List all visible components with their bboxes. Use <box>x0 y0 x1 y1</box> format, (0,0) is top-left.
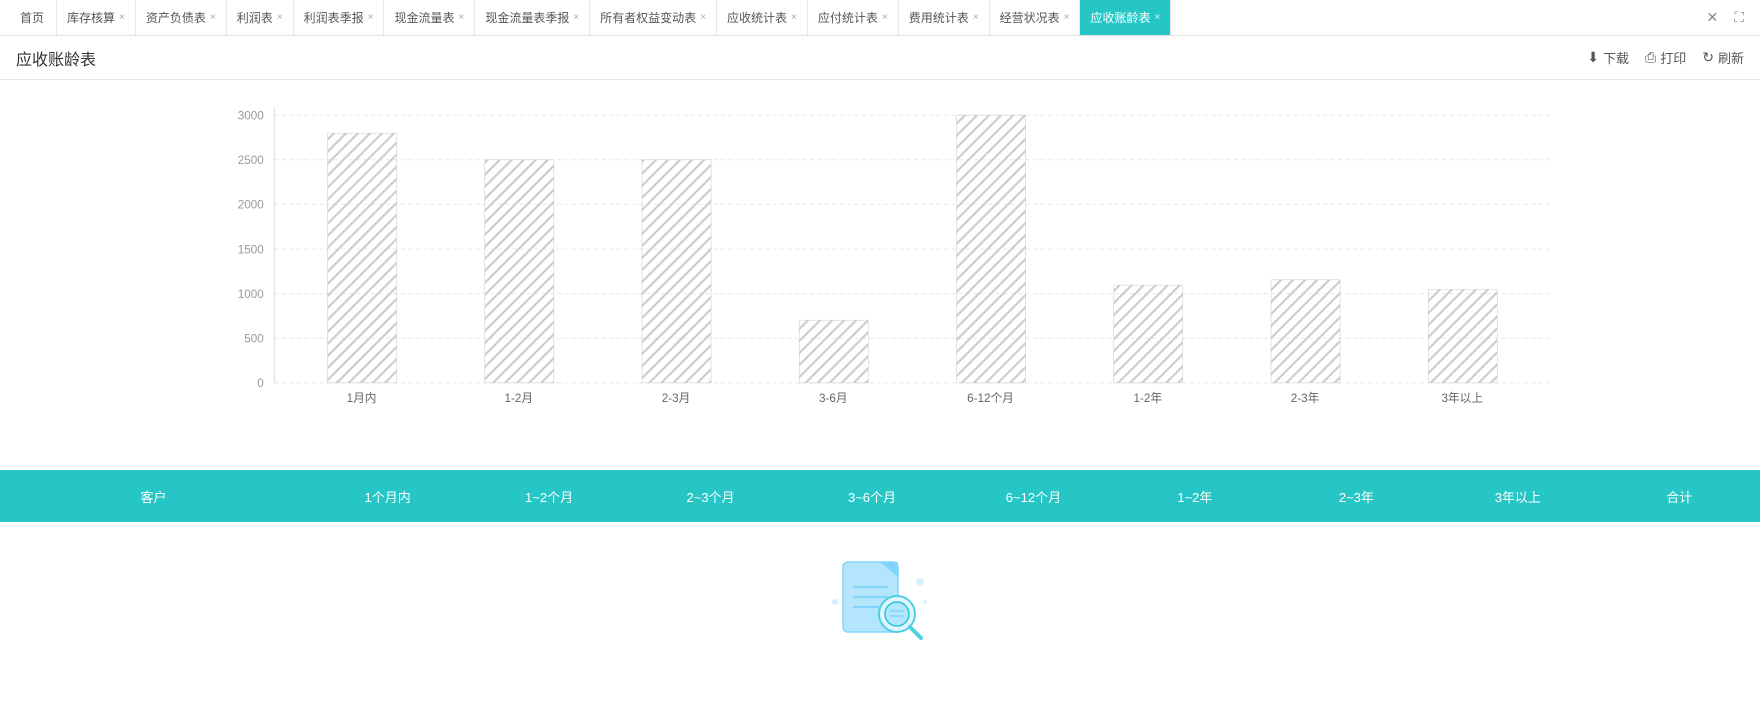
th-1-2year: 1~2年 <box>1114 487 1275 506</box>
svg-text:500: 500 <box>244 333 264 346</box>
bar-1-2month <box>485 160 554 383</box>
tab-operation-label: 经营状况表 <box>1000 9 1060 26</box>
svg-text:6-12个月: 6-12个月 <box>967 392 1014 405</box>
print-button[interactable]: ⎙ 打印 <box>1645 48 1686 67</box>
th-1month: 1个月内 <box>307 487 468 506</box>
table-body <box>0 522 1760 720</box>
svg-text:3-6月: 3-6月 <box>819 392 848 405</box>
print-icon: ⎙ <box>1645 49 1656 66</box>
bar-2-3year <box>1271 280 1340 383</box>
tab-profit[interactable]: 利润表 × <box>227 0 294 36</box>
svg-text:3000: 3000 <box>238 109 264 122</box>
th-3-6month: 3~6个月 <box>791 487 952 506</box>
bar-chart: 0 500 1000 1500 2000 2500 3000 1月内 <box>40 96 1720 436</box>
page-header: 应收账龄表 ⬇ 下载 ⎙ 打印 ↻ 刷新 <box>0 36 1760 80</box>
empty-icon <box>825 552 935 652</box>
tab-inventory[interactable]: 库存核算 × <box>57 0 136 36</box>
tab-aging-label: 应收账龄表 <box>1090 9 1150 26</box>
download-icon: ⬇ <box>1587 49 1599 66</box>
svg-text:2-3月: 2-3月 <box>662 392 691 405</box>
tab-bar: 首页 库存核算 × 资产负债表 × 利润表 × 利润表季报 × 现金流量表 × … <box>0 0 1760 36</box>
th-2-3year: 2~3年 <box>1276 487 1437 506</box>
tab-receivable-stats[interactable]: 应收统计表 × <box>717 0 808 36</box>
tab-payable-stats[interactable]: 应付统计表 × <box>808 0 899 36</box>
tab-payable-stats-label: 应付统计表 <box>818 9 878 26</box>
bar-3year-plus <box>1428 289 1497 383</box>
tab-profit-quarterly-close[interactable]: × <box>368 12 374 23</box>
tab-profit-quarterly[interactable]: 利润表季报 × <box>294 0 385 36</box>
svg-text:0: 0 <box>257 377 264 390</box>
download-label: 下载 <box>1603 48 1629 67</box>
tab-equity-close[interactable]: × <box>700 12 706 23</box>
svg-text:3年以上: 3年以上 <box>1441 391 1483 405</box>
tab-profit-quarterly-label: 利润表季报 <box>304 9 364 26</box>
svg-text:1-2年: 1-2年 <box>1133 391 1162 405</box>
svg-text:1000: 1000 <box>238 288 264 301</box>
svg-text:1500: 1500 <box>238 243 264 256</box>
empty-state <box>825 542 935 652</box>
tab-operation[interactable]: 经营状况表 × <box>990 0 1081 36</box>
tab-receivable-stats-close[interactable]: × <box>791 12 797 23</box>
refresh-button[interactable]: ↻ 刷新 <box>1702 48 1744 67</box>
tab-home[interactable]: 首页 <box>8 0 57 36</box>
main-content: 0 500 1000 1500 2000 2500 3000 1月内 <box>0 80 1760 720</box>
bar-1month <box>328 133 397 383</box>
page-title: 应收账龄表 <box>16 46 96 70</box>
svg-text:2-3年: 2-3年 <box>1291 391 1320 405</box>
tab-inventory-close[interactable]: × <box>119 12 125 23</box>
refresh-label: 刷新 <box>1718 48 1744 67</box>
tab-receivable-stats-label: 应收统计表 <box>727 9 787 26</box>
tab-payable-stats-close[interactable]: × <box>882 12 888 23</box>
th-2-3month: 2~3个月 <box>630 487 791 506</box>
bar-3-6month <box>799 320 868 383</box>
bar-6-12month <box>957 115 1026 383</box>
th-1-2month: 1~2个月 <box>468 487 629 506</box>
print-label: 打印 <box>1660 48 1686 67</box>
tab-profit-label: 利润表 <box>237 9 273 26</box>
svg-text:1-2月: 1-2月 <box>504 392 533 405</box>
tab-cashflow-quarterly-label: 现金流量表季报 <box>485 9 569 26</box>
tab-cashflow-quarterly[interactable]: 现金流量表季报 × <box>475 0 590 36</box>
tab-expense-stats-close[interactable]: × <box>973 12 979 23</box>
svg-text:2000: 2000 <box>238 199 264 212</box>
window-close-button[interactable]: ✕ <box>1698 5 1726 30</box>
tab-equity-label: 所有者权益变动表 <box>600 9 696 26</box>
window-maximize-button[interactable]: ⛶ <box>1726 5 1752 30</box>
th-customer: 客户 <box>0 487 307 506</box>
tab-cashflow-close[interactable]: × <box>458 12 464 23</box>
tab-home-label: 首页 <box>20 9 44 26</box>
th-3year-plus: 3年以上 <box>1437 487 1598 506</box>
tab-bar-right: ✕ ⛶ <box>1698 5 1752 30</box>
tab-cashflow[interactable]: 现金流量表 × <box>384 0 475 36</box>
tab-equity[interactable]: 所有者权益变动表 × <box>590 0 717 36</box>
tab-cashflow-label: 现金流量表 <box>394 9 454 26</box>
bar-1-2year <box>1114 285 1183 383</box>
tab-expense-stats-label: 费用统计表 <box>909 9 969 26</box>
tab-operation-close[interactable]: × <box>1064 12 1070 23</box>
header-actions: ⬇ 下载 ⎙ 打印 ↻ 刷新 <box>1587 48 1744 67</box>
chart-area: 0 500 1000 1500 2000 2500 3000 1月内 <box>0 80 1760 470</box>
tab-balance[interactable]: 资产负债表 × <box>136 0 227 36</box>
tab-inventory-label: 库存核算 <box>67 9 115 26</box>
tab-profit-close[interactable]: × <box>277 12 283 23</box>
tab-aging-close[interactable]: × <box>1154 12 1160 23</box>
refresh-icon: ↻ <box>1702 49 1714 66</box>
table-header: 客户 1个月内 1~2个月 2~3个月 3~6个月 6~12个月 1~2年 2~… <box>0 470 1760 522</box>
th-6-12month: 6~12个月 <box>953 487 1114 506</box>
th-total: 合计 <box>1599 487 1760 506</box>
tab-aging[interactable]: 应收账龄表 × <box>1080 0 1171 36</box>
tab-balance-close[interactable]: × <box>210 12 216 23</box>
tab-expense-stats[interactable]: 费用统计表 × <box>899 0 990 36</box>
tab-balance-label: 资产负债表 <box>146 9 206 26</box>
bar-2-3month <box>642 160 711 383</box>
svg-text:2500: 2500 <box>238 154 264 167</box>
download-button[interactable]: ⬇ 下载 <box>1587 48 1629 67</box>
tab-cashflow-quarterly-close[interactable]: × <box>573 12 579 23</box>
svg-text:1月内: 1月内 <box>347 391 377 405</box>
